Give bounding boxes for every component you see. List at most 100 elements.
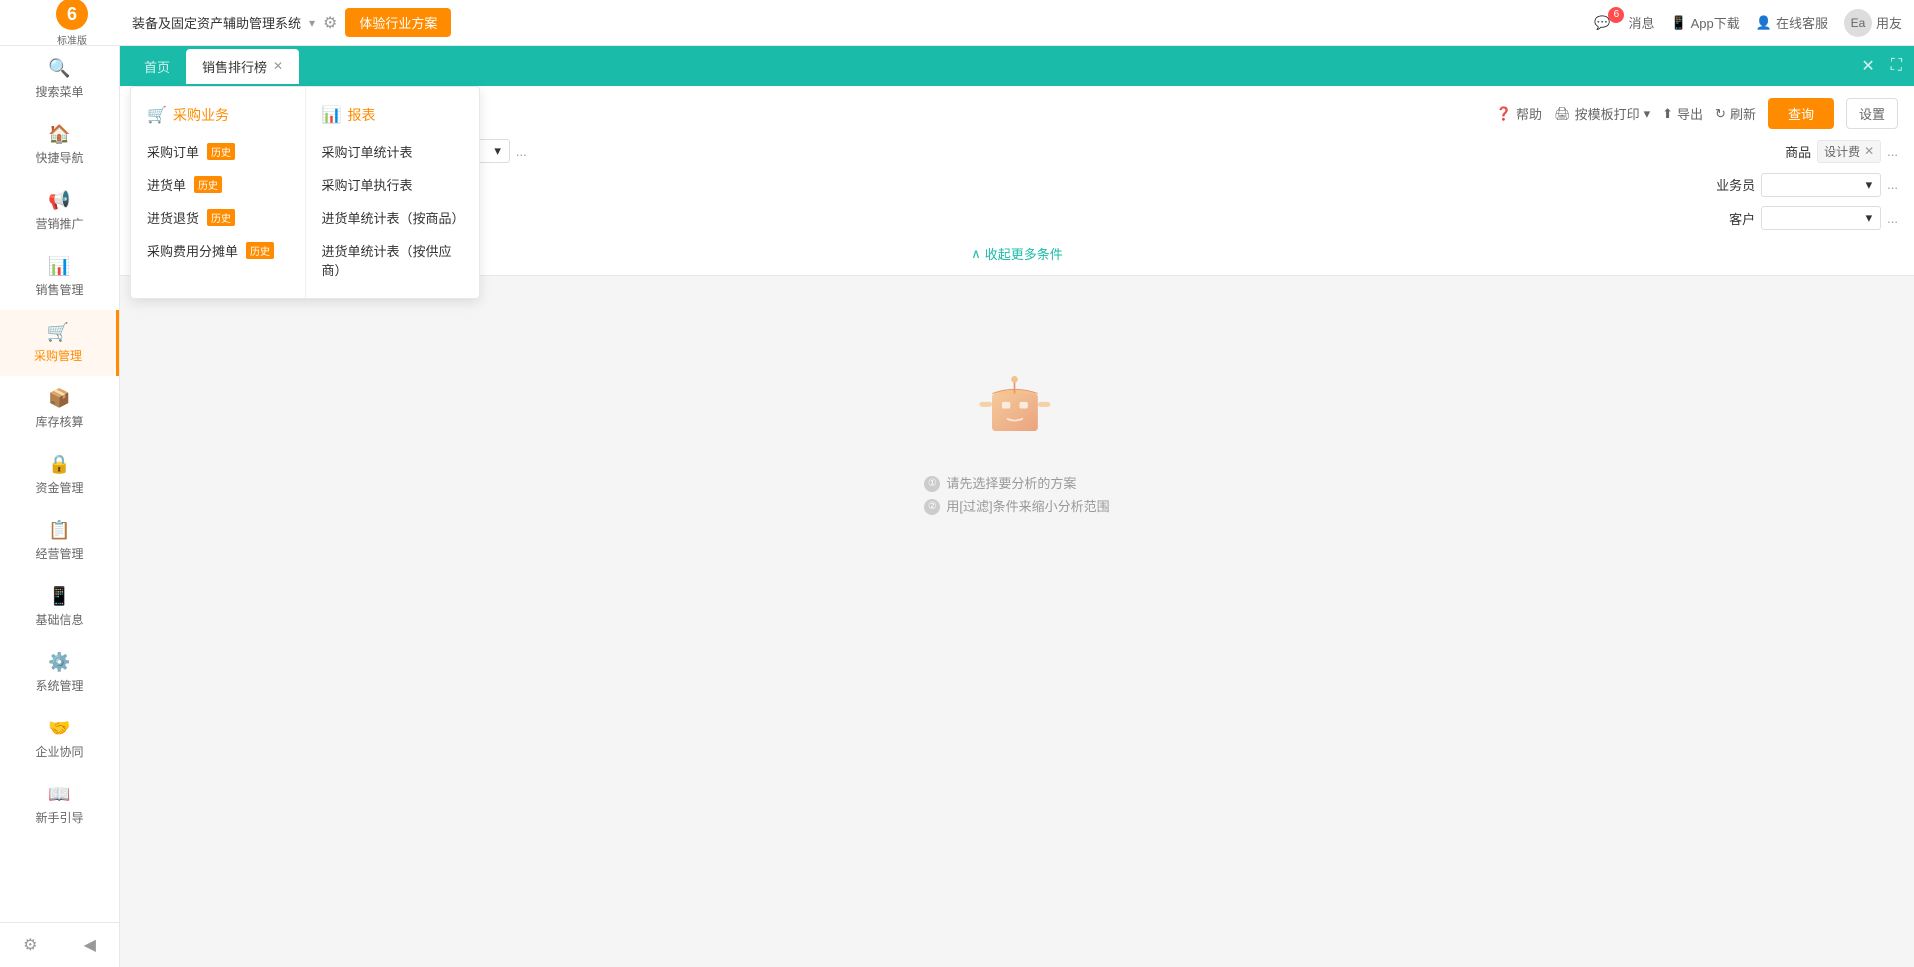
tab-close-icon[interactable]: ✕ [273, 59, 283, 73]
sidebar-settings-btn[interactable]: ⚙ [15, 931, 45, 959]
tip1-text: 请先选择要分析的方案 [946, 472, 1076, 495]
salesperson-select[interactable]: ▾ [1761, 173, 1881, 197]
service-icon: 👤 [1756, 15, 1772, 31]
user-btn[interactable]: Ea 用友 [1844, 9, 1902, 37]
salesperson-label: 业务员 [1716, 175, 1755, 194]
settings-btn[interactable]: 设置 [1846, 98, 1898, 129]
operation-icon: 📋 [48, 520, 70, 541]
purchase-order-stats-item[interactable]: 采购订单统计表 [306, 135, 480, 168]
marketing-icon: 📢 [48, 190, 70, 211]
help-label: 帮助 [1516, 104, 1542, 123]
online-service-btn[interactable]: 👤 在线客服 [1756, 13, 1828, 32]
system-title: 装备及固定资产辅助管理系统 [132, 13, 301, 32]
receive-order-item[interactable]: 进货单 历史 [131, 168, 305, 201]
app-icon: 📱 [1670, 15, 1686, 31]
sales-icon: 📊 [48, 256, 70, 277]
purchase-icon: 🛒 [47, 322, 69, 343]
purchase-order-exec-label: 采购订单执行表 [322, 175, 413, 194]
salesperson-filter: 业务员 ▾ ... [1716, 173, 1898, 197]
print-btn[interactable]: 🖨 按模板打印 ▾ [1554, 104, 1650, 123]
avatar: Ea [1844, 9, 1872, 37]
header-center: 装备及固定资产辅助管理系统 ▾ ⚙ 体验行业方案 [132, 8, 1594, 37]
tip1-num: ① [924, 476, 940, 492]
sidebar-item-inventory[interactable]: 📦 库存核算 [0, 376, 119, 442]
empty-tip-1: ① 请先选择要分析的方案 [924, 472, 1109, 495]
help-btn[interactable]: ❓ 帮助 [1496, 104, 1542, 123]
purchase-order-stats-label: 采购订单统计表 [322, 142, 413, 161]
empty-state: ① 请先选择要分析的方案 ② 用[过滤]条件来缩小分析范围 [120, 276, 1914, 599]
industry-btn[interactable]: 体验行业方案 [345, 8, 451, 37]
sidebar-item-finance[interactable]: 🔒 资金管理 [0, 442, 119, 508]
message-label: 消息 [1628, 13, 1654, 32]
empty-illustration [967, 356, 1067, 456]
sidebar-item-sales[interactable]: 📊 销售管理 [0, 244, 119, 310]
sidebar-item-operation[interactable]: 📋 经营管理 [0, 508, 119, 574]
sidebar: 🔍 搜索菜单 🏠 快捷导航 📢 营销推广 📊 销售管理 🛒 采购管理 📦 库存核… [0, 46, 120, 967]
sidebar-label-enterprise: 企业协同 [35, 743, 83, 760]
header-settings-icon[interactable]: ⚙ [323, 13, 337, 33]
purchase-order-exec-item[interactable]: 采购订单执行表 [306, 168, 480, 201]
customer-select[interactable]: ▾ [1761, 206, 1881, 230]
goods-dots[interactable]: ... [1887, 144, 1898, 159]
logo-text: 标准版 [57, 32, 87, 47]
tab-maximize-btn[interactable]: ⛶ [1887, 53, 1906, 79]
return-goods-item[interactable]: 进货退货 历史 [131, 201, 305, 234]
sidebar-item-purchase[interactable]: 🛒 采购管理 [0, 310, 119, 376]
sidebar-label-inventory: 库存核算 [35, 413, 83, 430]
top-header: 6 标准版 装备及固定资产辅助管理系统 ▾ ⚙ 体验行业方案 💬 6 消息 📱 … [0, 0, 1914, 46]
empty-tip-2: ② 用[过滤]条件来缩小分析范围 [924, 495, 1109, 518]
goods-tag-value: 设计费 [1824, 143, 1860, 160]
refresh-btn[interactable]: ↻ 刷新 [1715, 104, 1756, 123]
goods-tag-close[interactable]: ✕ [1864, 144, 1874, 158]
receive-stats-goods-item[interactable]: 进货单统计表（按商品） [306, 201, 480, 234]
finance-icon: 🔒 [48, 454, 70, 475]
sidebar-label-purchase: 采购管理 [34, 347, 82, 364]
receive-order-history: 历史 [194, 176, 222, 193]
customer-dots[interactable]: ... [1887, 211, 1898, 226]
receive-stats-supplier-item[interactable]: 进货单统计表（按供应商） [306, 234, 480, 286]
sidebar-item-nav[interactable]: 🏠 快捷导航 [0, 112, 119, 178]
tab-bar: 首页 销售排行榜 ✕ ✕ ⛶ [120, 46, 1914, 86]
purchase-col-title: 采购业务 [173, 105, 229, 125]
export-btn[interactable]: ⬆ 导出 [1662, 104, 1703, 123]
sidebar-item-basic[interactable]: 📱 基础信息 [0, 574, 119, 640]
sidebar-item-guide[interactable]: 📖 新手引导 [0, 772, 119, 838]
sidebar-item-system[interactable]: ⚙️ 系统管理 [0, 640, 119, 706]
sidebar-label-operation: 经营管理 [35, 545, 83, 562]
salesperson-dots[interactable]: ... [1887, 177, 1898, 192]
app-label: App下载 [1691, 13, 1740, 32]
message-btn[interactable]: 💬 6 消息 [1594, 13, 1654, 32]
export-icon: ⬆ [1662, 106, 1673, 122]
sidebar-label-basic: 基础信息 [35, 611, 83, 628]
sidebar-bottom: ⚙ ◀ [0, 922, 119, 967]
sidebar-item-marketing[interactable]: 📢 营销推广 [0, 178, 119, 244]
query-btn[interactable]: 查询 [1768, 98, 1834, 129]
user-label: 用友 [1876, 13, 1902, 32]
sidebar-label-finance: 资金管理 [35, 479, 83, 496]
purchase-dropdown-menu: 🛒 采购业务 采购订单 历史 进货单 历史 进货退货 历史 采购费用分摊单 历史… [130, 86, 480, 299]
system-dropdown-arrow[interactable]: ▾ [309, 16, 315, 30]
voucher-status-arrow: ▾ [494, 143, 501, 159]
refresh-icon: ↻ [1715, 106, 1726, 122]
sidebar-label-search: 搜索菜单 [35, 83, 83, 100]
purchase-expense-item[interactable]: 采购费用分摊单 历史 [131, 234, 305, 267]
system-icon: ⚙️ [48, 652, 70, 673]
purchase-business-header: 🛒 采购业务 [131, 99, 305, 135]
customer-filter: 客户 ▾ ... [1729, 206, 1898, 230]
report-col-title: 报表 [348, 105, 376, 125]
sidebar-item-search[interactable]: 🔍 搜索菜单 [0, 46, 119, 112]
tip2-text: 用[过滤]条件来缩小分析范围 [946, 495, 1109, 518]
sidebar-collapse-btn[interactable]: ◀ [76, 931, 104, 959]
app-download-btn[interactable]: 📱 App下载 [1670, 13, 1739, 32]
sidebar-item-enterprise[interactable]: 🤝 企业协同 [0, 706, 119, 772]
tab-home[interactable]: 首页 [128, 49, 186, 84]
sidebar-label-nav: 快捷导航 [35, 149, 83, 166]
purchase-report-col: 📊 报表 采购订单统计表 采购订单执行表 进货单统计表（按商品） 进货单统计表（… [305, 87, 480, 298]
tab-sales-rank[interactable]: 销售排行榜 ✕ [186, 49, 299, 84]
service-label: 在线客服 [1776, 13, 1828, 32]
goods-filter: 商品 设计费 ✕ ... [1785, 140, 1898, 163]
tab-close-window-btn[interactable]: ✕ [1857, 52, 1878, 80]
report-col-icon: 📊 [322, 105, 342, 125]
voucher-status-dots[interactable]: ... [516, 144, 527, 159]
purchase-order-item[interactable]: 采购订单 历史 [131, 135, 305, 168]
